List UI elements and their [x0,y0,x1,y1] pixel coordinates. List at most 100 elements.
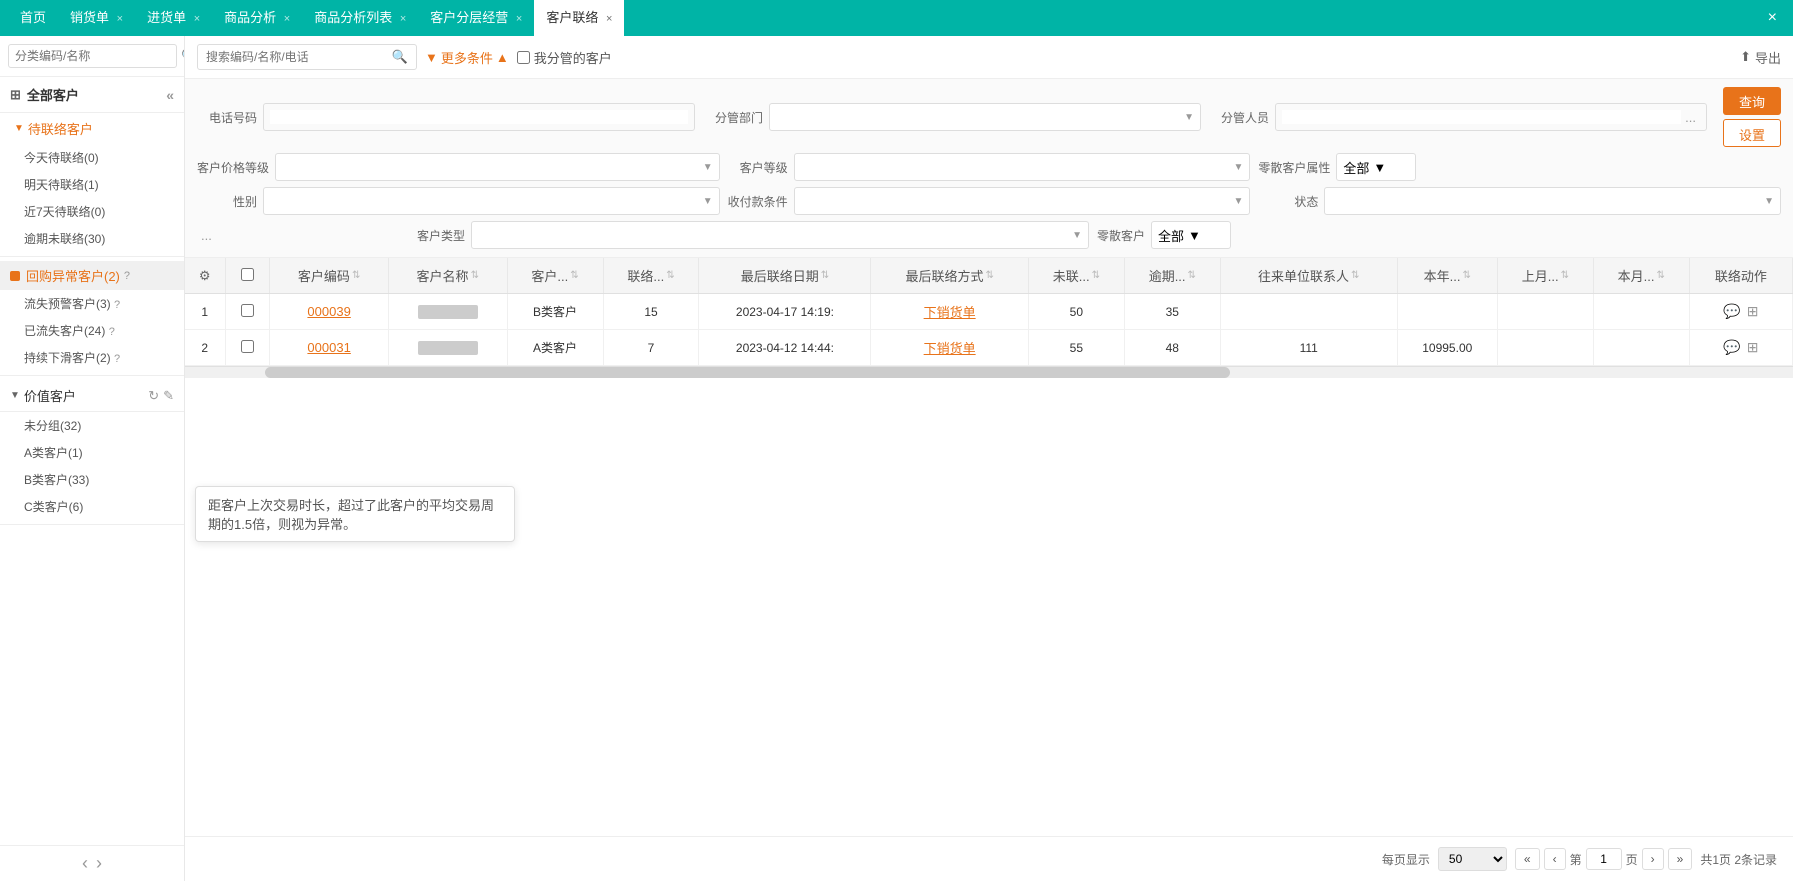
sidebar-all-customers-header[interactable]: ⊞ 全部客户 « [0,77,184,113]
manager-input[interactable] [1282,110,1681,124]
sidebar-item-overdue[interactable]: 逾期未联络(30) [0,225,184,252]
sort-contact[interactable]: ⇅ [666,270,674,281]
message-icon-1[interactable]: 💬 [1723,303,1740,320]
more-conditions-btn[interactable]: ▼ 更多条件 ▲ [425,48,509,67]
sort-last-date[interactable]: ⇅ [821,270,829,281]
zero-cust-label: 零散客户 [1097,227,1145,244]
group-value-label[interactable]: ▼ 价值客户 ↻ ✎ [0,380,184,412]
manager-dots[interactable]: ... [1685,110,1696,125]
nav-customer-tier[interactable]: 客户分层经营 × [418,0,534,36]
sort-overdue[interactable]: ⇅ [1188,270,1196,281]
sort-last-month[interactable]: ⇅ [1561,270,1569,281]
query-button[interactable]: 查询 [1723,87,1781,115]
cell-last-month-2 [1497,330,1593,366]
sidebar-item-today[interactable]: 今天待联络(0) [0,144,184,171]
sort-this-month[interactable]: ⇅ [1657,270,1665,281]
sidebar-item-lost[interactable]: 已流失客户(24) ? [0,317,184,344]
nav-purchase[interactable]: 进货单 × [135,0,212,36]
sidebar-item-b-class[interactable]: B类客户(33) [0,466,184,493]
zero-attr-select[interactable]: 全部 ▼ [1336,153,1416,181]
pagination: 每页显示 50 100 200 « ‹ 第 页 › » 共1页 2条记录 [185,836,1793,881]
cell-index-1: 1 [185,294,225,330]
th-cust-type: 客户...⇅ [507,258,603,294]
sort-cust-type[interactable]: ⇅ [570,270,578,281]
phone-input[interactable] [270,110,688,124]
qr-icon-1[interactable]: ⊞ [1747,303,1759,320]
nav-product-list[interactable]: 商品分析列表 × [302,0,418,36]
export-btn[interactable]: ⬆ 导出 [1740,48,1781,67]
sidebar-item-tomorrow[interactable]: 明天待联络(1) [0,171,184,198]
sidebar-search-button[interactable]: 🔍 [177,48,185,64]
extra-dots[interactable]: ... [201,228,212,243]
dept-select[interactable]: ▼ [769,103,1201,131]
first-page-btn[interactable]: « [1515,848,1540,870]
sidebar-collapse-btn[interactable]: « [166,87,174,103]
sort-unread[interactable]: ⇅ [1092,270,1100,281]
per-page-select[interactable]: 50 100 200 [1438,847,1507,871]
sidebar-item-7days[interactable]: 近7天待联络(0) [0,198,184,225]
sort-name[interactable]: ⇅ [471,270,479,281]
sidebar-scroll-right[interactable]: › [96,853,102,874]
group-waiting-contact[interactable]: ▼ 待联络客户 [0,113,184,144]
section-value: ▼ 价值客户 ↻ ✎ 未分组(32) A类客户(1) B类客户(33) C类客户… [0,380,184,525]
last-method-link-1[interactable]: 下销货单 [924,305,976,320]
last-method-link-2[interactable]: 下销货单 [924,341,976,356]
sort-this-year[interactable]: ⇅ [1462,270,1470,281]
nav-customer-contact[interactable]: 客户联络 × [534,0,624,36]
edit-icon[interactable]: ✎ [163,388,174,404]
sidebar-item-declining[interactable]: 持续下滑客户(2) ? [0,344,184,371]
payment-select[interactable]: ▼ [794,187,1251,215]
settings-button[interactable]: 设置 [1723,119,1781,147]
group-abnormal-repeat[interactable]: 回购异常客户(2) ? [0,261,184,290]
nav-home[interactable]: 首页 [8,0,58,36]
sidebar-item-a-class[interactable]: A类客户(1) [0,439,184,466]
sidebar-search-input[interactable] [8,44,177,68]
nav-sales[interactable]: 销货单 × [58,0,135,36]
th-settings[interactable]: ⚙ [185,258,225,294]
customer-code-link-1[interactable]: 000039 [307,304,350,319]
search-input[interactable] [206,50,392,64]
horizontal-scrollbar[interactable] [185,366,1793,378]
nav-product-analysis[interactable]: 商品分析 × [212,0,302,36]
nav-close-contact[interactable]: × [606,13,612,25]
message-icon-2[interactable]: 💬 [1723,339,1740,356]
sidebar-item-c-class[interactable]: C类客户(6) [0,493,184,520]
row-checkbox-1[interactable] [241,304,254,317]
page-input[interactable] [1586,848,1622,870]
price-level-chevron: ▼ [703,162,713,173]
refresh-icon[interactable]: ↻ [148,388,159,404]
next-page-btn[interactable]: › [1642,848,1664,870]
cust-type-select[interactable]: ▼ [471,221,1089,249]
col-settings-icon[interactable]: ⚙ [199,268,211,283]
zero-cust-select[interactable]: 全部 ▼ [1151,221,1231,249]
nav-close-sales[interactable]: × [117,13,123,25]
sort-code[interactable]: ⇅ [352,270,360,281]
nav-close-plist[interactable]: × [400,13,406,25]
row-checkbox-2[interactable] [241,340,254,353]
sidebar-item-loss-warning[interactable]: 流失预警客户(3) ? [0,290,184,317]
nav-close-product[interactable]: × [284,13,290,25]
last-page-btn[interactable]: » [1668,848,1693,870]
customer-code-link-2[interactable]: 000031 [307,340,350,355]
sidebar-scroll-left[interactable]: ‹ [82,853,88,874]
my-customers-checkbox[interactable] [517,51,530,64]
cust-level-select[interactable]: ▼ [794,153,1251,181]
sidebar-item-ungroup[interactable]: 未分组(32) [0,412,184,439]
nav-close-all[interactable]: × [1760,9,1785,27]
price-level-select[interactable]: ▼ [275,153,720,181]
sort-company-contact[interactable]: ⇅ [1351,270,1359,281]
prev-page-btn[interactable]: ‹ [1544,848,1566,870]
customer-name-blur-1 [418,305,478,319]
cell-this-month-1 [1593,294,1689,330]
nav-close-tier[interactable]: × [516,13,522,25]
qr-icon-2[interactable]: ⊞ [1747,339,1759,356]
nav-close-purchase[interactable]: × [194,13,200,25]
action-icons-1: 💬 ⊞ [1698,303,1784,320]
cell-contact-2: 7 [603,330,699,366]
status-select[interactable]: ▼ [1324,187,1781,215]
sidebar: 🔍 ⊞ 全部客户 « ▼ 待联络客户 今天待联络(0) 明天待联络(1) 近7天… [0,36,185,881]
select-all-checkbox[interactable] [241,268,254,281]
gender-select[interactable]: ▼ [263,187,720,215]
search-icon[interactable]: 🔍 [392,49,408,65]
sort-last-method[interactable]: ⇅ [985,270,993,281]
